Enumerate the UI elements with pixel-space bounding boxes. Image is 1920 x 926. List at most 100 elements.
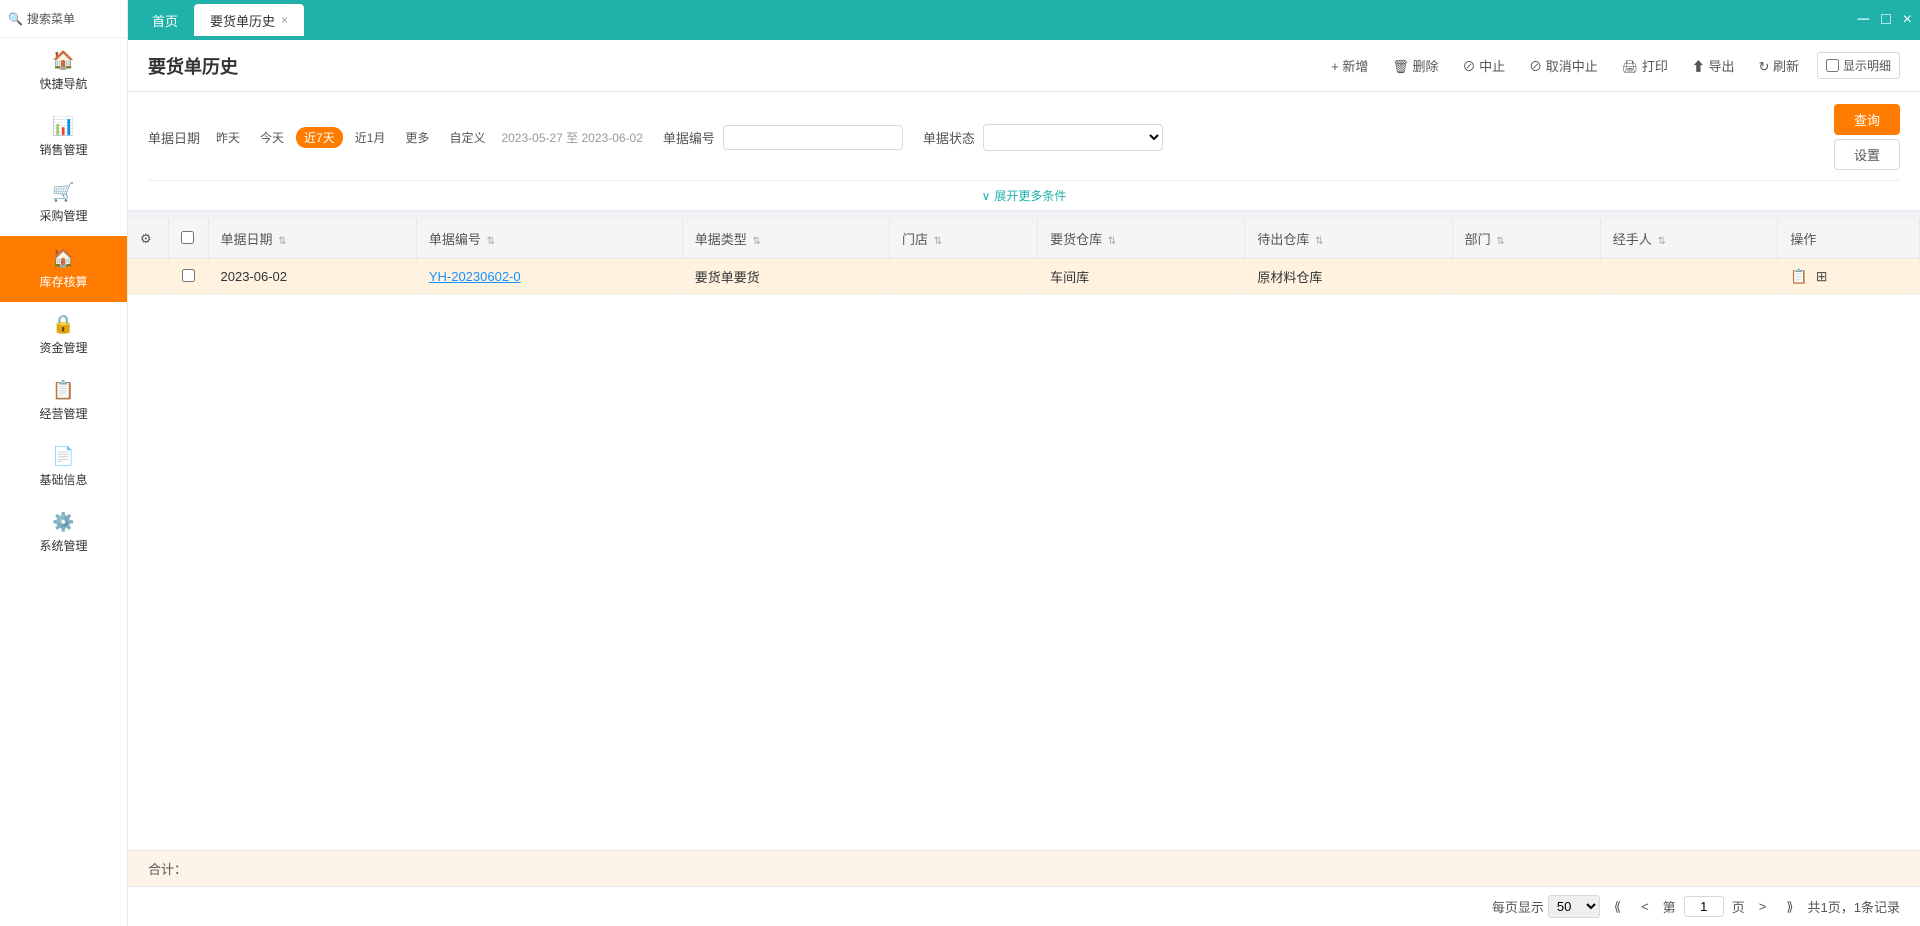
sidebar-item-label: 系统管理 <box>39 537 87 554</box>
page-last-btn[interactable]: ⟫ <box>1780 897 1799 917</box>
row-doc-no-link[interactable]: YH-20230602-0 <box>429 269 521 284</box>
table-footer: 合计： <box>128 850 1920 886</box>
sort-handler-icon[interactable]: ⇅ <box>1657 236 1665 247</box>
col-doc-type: 单据类型 ⇅ <box>682 219 889 259</box>
sidebar-item-finance[interactable]: 🔒 资金管理 <box>0 302 127 368</box>
row-doc-type: 要货单要货 <box>682 259 889 295</box>
tab-home-label: 首页 <box>152 11 178 30</box>
date-btn-today[interactable]: 今天 <box>252 127 292 148</box>
query-button[interactable]: 查询 <box>1834 104 1900 135</box>
sort-store-icon[interactable]: ⇅ <box>934 236 942 247</box>
total-label: 合计： <box>148 859 187 878</box>
cancel-stop-button[interactable]: ⊘ 取消中止 <box>1523 52 1604 79</box>
sidebar-item-sales[interactable]: 📊 销售管理 <box>0 104 127 170</box>
col-pending-warehouse-label: 待出仓库 <box>1257 232 1309 247</box>
date-btn-7days[interactable]: 近7天 <box>296 127 343 148</box>
sidebar-search-label: 搜索菜单 <box>27 10 75 27</box>
refresh-button[interactable]: ↻ 刷新 <box>1752 52 1805 79</box>
export-button[interactable]: ⬆ 导出 <box>1686 52 1741 79</box>
system-icon: ⚙️ <box>52 512 74 533</box>
minimize-icon[interactable]: ─ <box>1858 11 1869 29</box>
col-store: 门店 ⇅ <box>890 219 1038 259</box>
home-icon: 🏠 <box>52 50 74 71</box>
date-btn-1month[interactable]: 近1月 <box>347 127 394 148</box>
col-setting[interactable]: ⚙ <box>128 219 168 259</box>
delete-button[interactable]: 🗑 删除 <box>1386 52 1444 79</box>
sidebar-item-label: 经营管理 <box>39 405 87 422</box>
date-btn-yesterday[interactable]: 昨天 <box>208 127 248 148</box>
page-label2: 页 <box>1732 897 1745 916</box>
sidebar-item-quick-nav[interactable]: 🏠 快捷导航 <box>0 38 127 104</box>
row-checkbox-cell <box>168 259 208 295</box>
row-delete-icon[interactable]: ⊞ <box>1816 268 1828 285</box>
col-date: 单据日期 ⇅ <box>208 219 416 259</box>
tab-close-icon[interactable]: × <box>281 13 288 27</box>
sort-doc-type-icon[interactable]: ⇅ <box>752 236 760 247</box>
sidebar-item-label: 快捷导航 <box>39 75 87 92</box>
page-next-btn[interactable]: > <box>1753 897 1773 916</box>
doc-no-label: 单据编号 <box>663 128 715 147</box>
col-doc-no-label: 单据编号 <box>429 232 481 247</box>
inventory-icon: 🏠 <box>52 248 74 269</box>
col-pending-warehouse: 待出仓库 ⇅ <box>1245 219 1452 259</box>
date-filter-buttons: 昨天 今天 近7天 近1月 更多 自定义 <box>208 127 493 148</box>
col-handler-label: 经手人 <box>1613 232 1652 247</box>
doc-status-label: 单据状态 <box>923 128 975 147</box>
table-body: 2023-06-02 YH-20230602-0 要货单要货 车间库 原材料仓库… <box>128 259 1920 295</box>
maximize-icon[interactable]: □ <box>1881 11 1891 29</box>
page-first-btn[interactable]: ⟪ <box>1608 897 1627 917</box>
operation-icon: 📋 <box>52 380 74 401</box>
per-page-select[interactable]: 50 100 200 <box>1548 895 1600 918</box>
col-req-warehouse: 要货仓库 ⇅ <box>1038 219 1245 259</box>
show-detail-toggle[interactable]: 显示明细 <box>1817 52 1900 79</box>
page-label: 第 <box>1663 897 1676 916</box>
sidebar-item-purchase[interactable]: 🛒 采购管理 <box>0 170 127 236</box>
row-edit-icon[interactable]: 📋 <box>1790 268 1807 285</box>
col-store-label: 门店 <box>902 232 928 247</box>
sidebar-item-label: 基础信息 <box>39 471 87 488</box>
per-page-group: 每页显示 50 100 200 <box>1492 895 1600 918</box>
page-title: 要货单历史 <box>148 53 238 79</box>
doc-status-filter-group: 单据状态 <box>923 124 1163 151</box>
tabs-bar: 首页 要货单历史 × ─ □ × <box>128 0 1920 40</box>
doc-status-select[interactable] <box>983 124 1163 151</box>
col-handler: 经手人 ⇅ <box>1600 219 1778 259</box>
data-table: ⚙ 单据日期 ⇅ 单据编号 ⇅ 单据类型 <box>128 219 1920 295</box>
col-action-label: 操作 <box>1790 232 1816 247</box>
doc-no-input[interactable] <box>723 125 903 150</box>
sidebar-item-operation[interactable]: 📋 经营管理 <box>0 368 127 434</box>
tab-active[interactable]: 要货单历史 × <box>194 4 304 36</box>
print-button[interactable]: 🖨 打印 <box>1616 52 1674 79</box>
stop-button[interactable]: ⊘ 中止 <box>1456 52 1511 79</box>
page-number-input[interactable] <box>1684 896 1724 917</box>
sidebar-search[interactable]: 🔍 搜索菜单 <box>0 0 127 38</box>
col-dept: 部门 ⇅ <box>1452 219 1600 259</box>
select-all-checkbox[interactable] <box>181 231 194 244</box>
date-btn-more[interactable]: 更多 <box>397 127 437 148</box>
sort-dept-icon[interactable]: ⇅ <box>1496 236 1504 247</box>
date-filter-label: 单据日期 <box>148 128 200 147</box>
sort-pending-warehouse-icon[interactable]: ⇅ <box>1315 236 1323 247</box>
show-detail-checkbox[interactable] <box>1826 59 1839 72</box>
expand-more-btn[interactable]: ∨ 展开更多条件 <box>148 180 1900 210</box>
page-prev-btn[interactable]: < <box>1635 897 1655 916</box>
tab-home[interactable]: 首页 <box>136 4 194 36</box>
set-button[interactable]: 设置 <box>1834 139 1900 170</box>
col-doc-type-label: 单据类型 <box>695 232 747 247</box>
add-button[interactable]: + 新增 <box>1325 52 1374 79</box>
purchase-icon: 🛒 <box>52 182 74 203</box>
row-date: 2023-06-02 <box>208 259 416 295</box>
sort-date-icon[interactable]: ⇅ <box>278 236 286 247</box>
sort-doc-no-icon[interactable]: ⇅ <box>486 236 494 247</box>
col-dept-label: 部门 <box>1465 232 1491 247</box>
sidebar-item-base-info[interactable]: 📄 基础信息 <box>0 434 127 500</box>
window-close-icon[interactable]: × <box>1903 11 1912 29</box>
main-area: 首页 要货单历史 × ─ □ × 要货单历史 + 新增 🗑 删除 ⊘ 中止 ⊘ … <box>128 0 1920 926</box>
date-btn-custom[interactable]: 自定义 <box>441 127 493 148</box>
filter-actions: 查询 设置 <box>1834 104 1900 170</box>
sidebar-item-inventory[interactable]: 🏠 库存核算 <box>0 236 127 302</box>
sort-req-warehouse-icon[interactable]: ⇅ <box>1108 236 1116 247</box>
sidebar-item-system[interactable]: ⚙️ 系统管理 <box>0 500 127 566</box>
row-checkbox[interactable] <box>182 269 195 282</box>
row-dept <box>1452 259 1600 295</box>
